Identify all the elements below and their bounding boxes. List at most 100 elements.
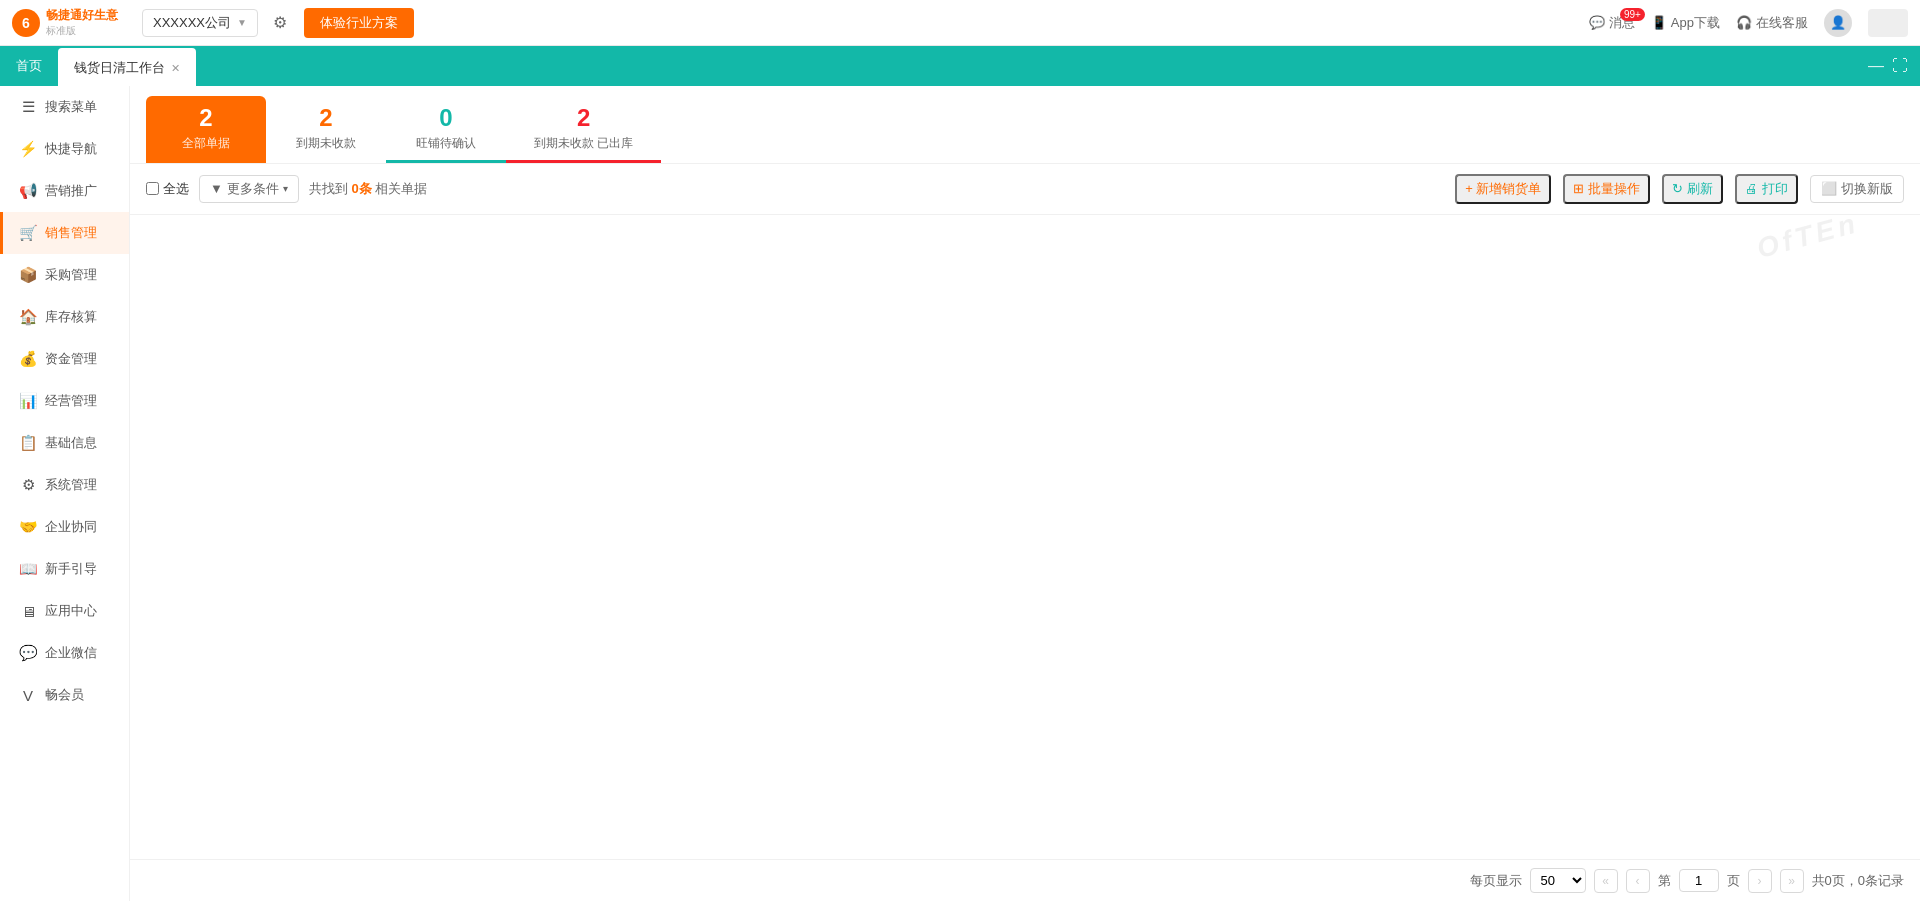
sales-icon: 🛒 [19,224,37,242]
stat-wangpu-number: 0 [439,104,452,133]
sidebar-item-search-label: 搜索菜单 [45,98,97,116]
logo-area: 6 畅捷通好生意 标准版 [12,7,142,38]
stat-tab-wangpu[interactable]: 0 旺铺待确认 [386,96,506,163]
first-page-btn[interactable]: « [1594,869,1618,893]
batch-btn[interactable]: ⊞ 批量操作 [1563,174,1650,204]
sidebar-item-guide[interactable]: 📖 新手引导 [0,548,129,590]
stat-tab-overdue[interactable]: 2 到期未收款 [266,96,386,163]
sidebar-item-wechat[interactable]: 💬 企业微信 [0,632,129,674]
stat-overdue-number: 2 [319,104,332,133]
sidebar-item-marketing[interactable]: 📢 营销推广 [0,170,129,212]
next-page-btn[interactable]: › [1748,869,1772,893]
print-btn[interactable]: 🖨 打印 [1735,174,1798,204]
sidebar-item-vip[interactable]: V 畅会员 [0,674,129,716]
tab-bar-right: — ⛶ [1868,57,1920,75]
apps-icon: 🖥 [19,603,37,620]
prev-page-btn[interactable]: ‹ [1626,869,1650,893]
refresh-icon: ↻ [1672,181,1683,196]
sidebar-item-collab-label: 企业协同 [45,518,97,536]
count-text: 共找到 0条 相关单据 [309,180,427,198]
sidebar-item-vip-label: 畅会员 [45,686,84,704]
print-icon: 🖨 [1745,181,1758,196]
app-download-label: App下载 [1671,14,1720,32]
settings-icon[interactable]: ⚙ [266,9,294,37]
company-selector[interactable]: XXXXXX公司 ▼ [142,9,258,37]
count-suffix: 相关单据 [375,181,427,196]
page-size-label: 每页显示 [1470,872,1522,890]
filter-btn[interactable]: ▼ 更多条件 ▾ [199,175,299,203]
sidebar: ☰ 搜索菜单 ⚡ 快捷导航 📢 营销推广 🛒 销售管理 📦 采购管理 🏠 库存核… [0,86,130,901]
sidebar-item-finance[interactable]: 💰 资金管理 [0,338,129,380]
tab-home[interactable]: 首页 [0,46,58,86]
add-btn[interactable]: + 新增销货单 [1455,174,1551,204]
switch-icon: ⬜ [1821,181,1837,196]
online-service-btn[interactable]: 🎧 在线客服 [1736,14,1808,32]
company-dropdown-arrow: ▼ [237,17,247,28]
stat-all-number: 2 [199,104,212,133]
download-icon: 📱 [1651,15,1667,30]
minimize-btn[interactable]: — [1868,57,1884,75]
batch-icon: ⊞ [1573,181,1584,196]
avatar[interactable]: 👤 [1824,9,1852,37]
trial-button[interactable]: 体验行业方案 [304,8,414,38]
sidebar-item-sales-label: 销售管理 [45,224,97,242]
system-icon: ⚙ [19,476,37,494]
print-label: 打印 [1762,180,1788,198]
tab-close-icon[interactable]: ✕ [171,62,180,75]
logo-text: 畅捷通好生意 标准版 [46,7,118,38]
filter-label: 更多条件 [227,180,279,198]
sidebar-item-operation[interactable]: 📊 经营管理 [0,380,129,422]
toolbar-right: + 新增销货单 ⊞ 批量操作 ↻ 刷新 🖨 打印 ⬜ 切换新版 [1455,174,1904,204]
message-icon: 💬 [1589,15,1605,30]
sidebar-item-search[interactable]: ☰ 搜索菜单 [0,86,129,128]
purchase-icon: 📦 [19,266,37,284]
batch-label: 批量操作 [1588,180,1640,198]
wechat-icon: 💬 [19,644,37,662]
header-right: 💬 消息 99+ 📱 App下载 🎧 在线客服 👤 [1589,9,1908,37]
top-header: 6 畅捷通好生意 标准版 XXXXXX公司 ▼ ⚙ 体验行业方案 💬 消息 99… [0,0,1920,46]
sidebar-item-nav[interactable]: ⚡ 快捷导航 [0,128,129,170]
app-download-btn[interactable]: 📱 App下载 [1651,14,1720,32]
content-area: 2 全部单据 2 到期未收款 0 旺铺待确认 2 到期未收款 已出库 全选 [130,86,1920,901]
main-layout: ☰ 搜索菜单 ⚡ 快捷导航 📢 营销推广 🛒 销售管理 📦 采购管理 🏠 库存核… [0,86,1920,901]
message-btn[interactable]: 💬 消息 99+ [1589,14,1635,32]
refresh-btn[interactable]: ↻ 刷新 [1662,174,1723,204]
select-all-label: 全选 [163,180,189,198]
search-menu-icon: ☰ [19,98,37,116]
stat-all-label: 全部单据 [182,135,230,152]
stat-shipped-number: 2 [577,104,590,133]
switch-btn[interactable]: ⬜ 切换新版 [1810,175,1904,203]
finance-icon: 💰 [19,350,37,368]
stat-overdue-label: 到期未收款 [296,135,356,152]
company-name: XXXXXX公司 [153,14,231,32]
select-all-input[interactable] [146,182,159,195]
select-all-checkbox[interactable]: 全选 [146,180,189,198]
maximize-btn[interactable]: ⛶ [1892,57,1908,75]
operation-icon: 📊 [19,392,37,410]
sidebar-item-base[interactable]: 📋 基础信息 [0,422,129,464]
sidebar-item-operation-label: 经营管理 [45,392,97,410]
stats-tabs: 2 全部单据 2 到期未收款 0 旺铺待确认 2 到期未收款 已出库 [130,86,1920,164]
page-size-select[interactable]: 50 10 20 100 [1530,868,1586,893]
stat-tab-all[interactable]: 2 全部单据 [146,96,266,163]
sidebar-item-sales[interactable]: 🛒 销售管理 [0,212,129,254]
last-page-btn[interactable]: » [1780,869,1804,893]
sidebar-item-purchase[interactable]: 📦 采购管理 [0,254,129,296]
table-area: OfTEn [130,215,1920,859]
sidebar-item-apps-label: 应用中心 [45,602,97,620]
sidebar-item-system[interactable]: ⚙ 系统管理 [0,464,129,506]
tab-qhrc[interactable]: 钱货日清工作台 ✕ [58,48,196,88]
sidebar-item-collab[interactable]: 🤝 企业协同 [0,506,129,548]
tab-bar: 首页 钱货日清工作台 ✕ — ⛶ [0,46,1920,86]
count-num: 0条 [352,181,372,196]
sidebar-item-guide-label: 新手引导 [45,560,97,578]
page-suffix: 页 [1727,872,1740,890]
stat-tab-shipped[interactable]: 2 到期未收款 已出库 [506,96,661,163]
page-current-label: 第 [1658,872,1671,890]
user-name-area[interactable] [1868,9,1908,37]
sidebar-item-apps[interactable]: 🖥 应用中心 [0,590,129,632]
page-input[interactable] [1679,869,1719,892]
marketing-icon: 📢 [19,182,37,200]
sidebar-item-inventory[interactable]: 🏠 库存核算 [0,296,129,338]
service-icon: 🎧 [1736,15,1752,30]
